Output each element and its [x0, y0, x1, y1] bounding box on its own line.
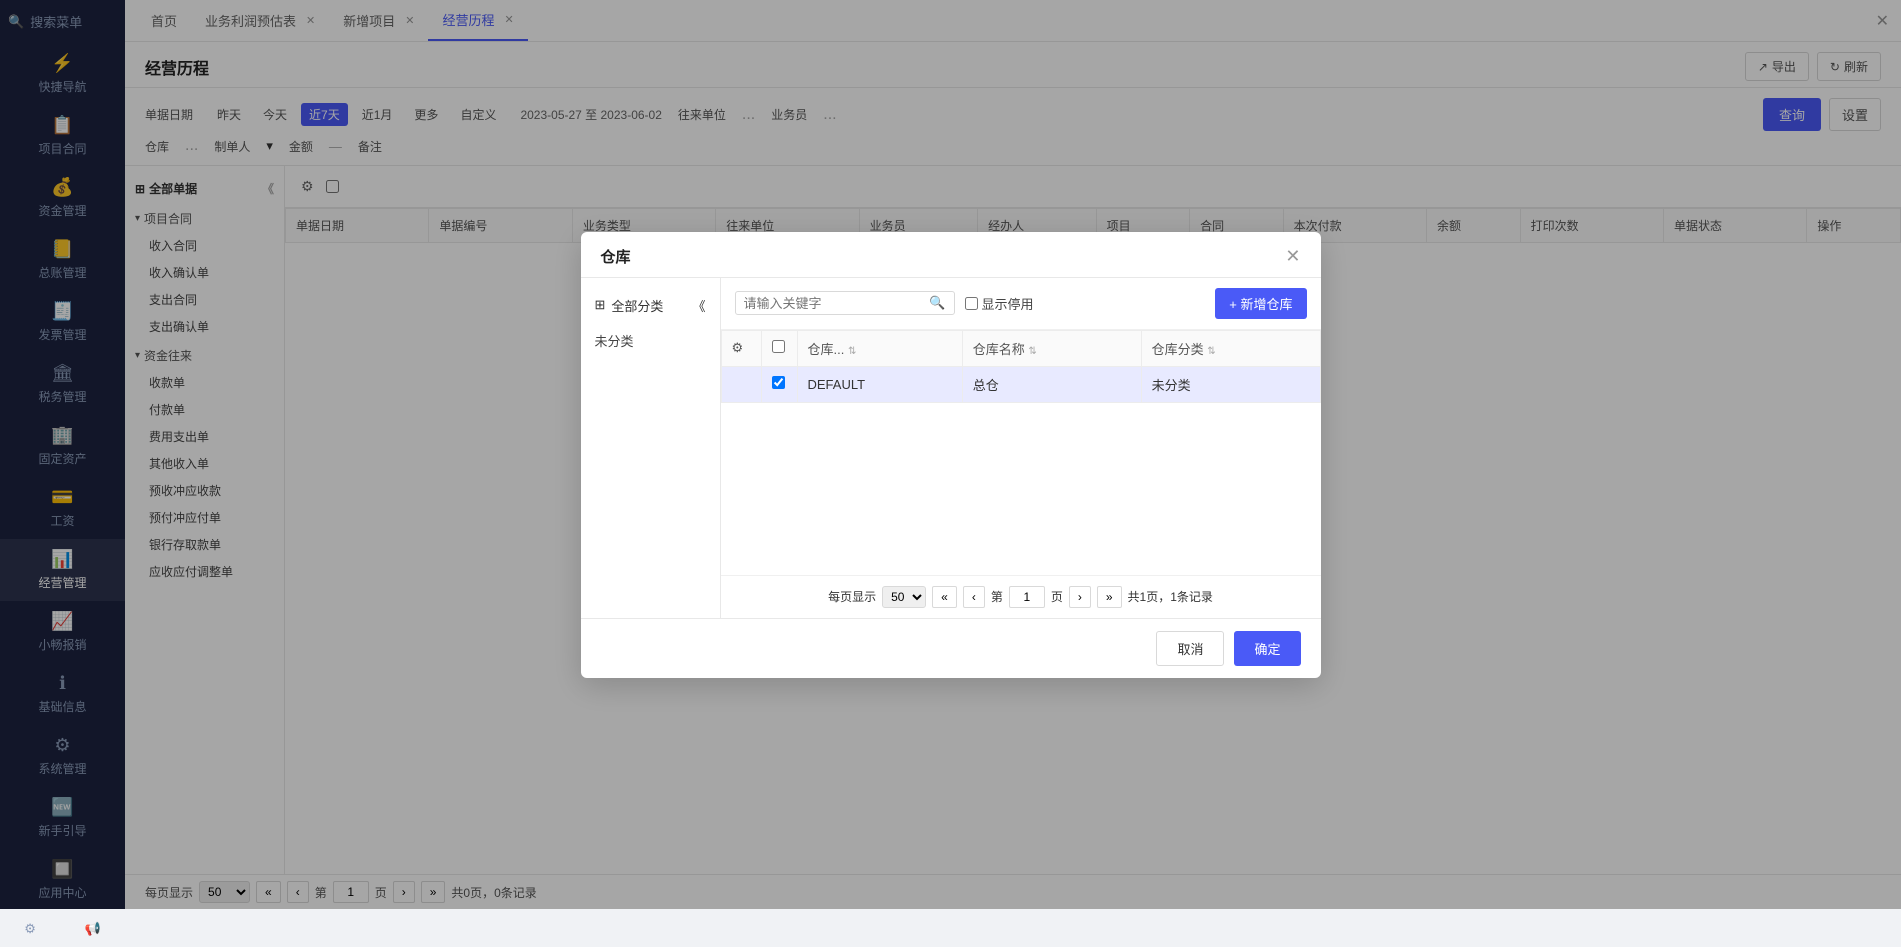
- warehouse-modal: 仓库 ✕ ⊞全部分类《未分类 🔍 显示停用 + 新增仓: [581, 232, 1321, 678]
- show-disabled-checkbox-wrap[interactable]: 显示停用: [965, 294, 1034, 313]
- show-disabled-checkbox[interactable]: [965, 297, 978, 310]
- modal-page-label: 页: [1051, 588, 1063, 605]
- modal-table-row[interactable]: DEFAULT 总仓 未分类: [721, 366, 1320, 402]
- modal-search-input[interactable]: [744, 296, 930, 311]
- modal-table-container: ⚙ 仓库... ⇅ 仓库名称 ⇅ 仓库分类 ⇅: [721, 330, 1321, 575]
- modal-title: 仓库: [601, 246, 631, 267]
- modal-page-input[interactable]: [1009, 586, 1045, 608]
- modal-total-text: 共1页，1条记录: [1128, 588, 1213, 605]
- modal-right-panel: 🔍 显示停用 + 新增仓库 ⚙: [721, 278, 1321, 618]
- modal-toolbar: 🔍 显示停用 + 新增仓库: [721, 278, 1321, 330]
- modal-last-btn[interactable]: »: [1097, 586, 1122, 608]
- settings-icon[interactable]: ⚙: [24, 921, 36, 937]
- modal-left-item-未分类[interactable]: 未分类: [581, 323, 720, 358]
- modal-collapse-icon[interactable]: 《: [692, 296, 705, 315]
- modal-search[interactable]: 🔍: [735, 291, 955, 315]
- confirm-btn[interactable]: 确定: [1234, 631, 1300, 666]
- modal-next-btn[interactable]: ›: [1069, 586, 1091, 608]
- modal-per-page-label: 每页显示: [828, 588, 876, 605]
- modal-pagination: 每页显示 50 « ‹ 第 页 › » 共1页，1条记录: [721, 575, 1321, 618]
- modal-row-name: 总仓: [962, 366, 1141, 402]
- show-disabled-label: 显示停用: [982, 294, 1034, 313]
- modal-row-settings: [721, 366, 761, 402]
- modal-col-name: 仓库名称 ⇅: [962, 330, 1141, 366]
- modal-select-all[interactable]: [772, 340, 785, 353]
- modal-row-code: DEFAULT: [797, 366, 962, 402]
- modal-row-category: 未分类: [1141, 366, 1320, 402]
- modal-row-checkbox[interactable]: [761, 366, 797, 402]
- modal-table: ⚙ 仓库... ⇅ 仓库名称 ⇅ 仓库分类 ⇅: [721, 330, 1321, 403]
- modal-footer: 取消 确定: [581, 618, 1321, 678]
- cancel-btn[interactable]: 取消: [1156, 631, 1224, 666]
- modal-per-page-select[interactable]: 50: [882, 586, 926, 608]
- modal-close-btn[interactable]: ✕: [1285, 246, 1300, 267]
- modal-col-settings: ⚙: [721, 330, 761, 366]
- modal-left-header[interactable]: ⊞ 全部分类 《: [581, 288, 720, 323]
- modal-search-icon: 🔍: [929, 295, 945, 311]
- modal-left-panel: ⊞ 全部分类 《未分类: [581, 278, 721, 618]
- grid-icon-modal: ⊞: [595, 297, 606, 313]
- sidebar-bottom: ⚙ 📢: [0, 911, 125, 947]
- modal-col-checkbox: [761, 330, 797, 366]
- modal-body: ⊞ 全部分类 《未分类 🔍 显示停用 + 新增仓库: [581, 278, 1321, 618]
- modal-prev-btn[interactable]: ‹: [963, 586, 985, 608]
- modal-page-pre: 第: [991, 588, 1003, 605]
- modal-col-category: 仓库分类 ⇅: [1141, 330, 1320, 366]
- modal-col-code: 仓库... ⇅: [797, 330, 962, 366]
- add-warehouse-btn[interactable]: + 新增仓库: [1215, 288, 1306, 319]
- modal-overlay: 仓库 ✕ ⊞全部分类《未分类 🔍 显示停用 + 新增仓: [0, 0, 1901, 909]
- speaker-icon[interactable]: 📢: [85, 921, 101, 937]
- modal-first-btn[interactable]: «: [932, 586, 957, 608]
- modal-header: 仓库 ✕: [581, 232, 1321, 278]
- modal-all-category: 全部分类: [611, 296, 663, 315]
